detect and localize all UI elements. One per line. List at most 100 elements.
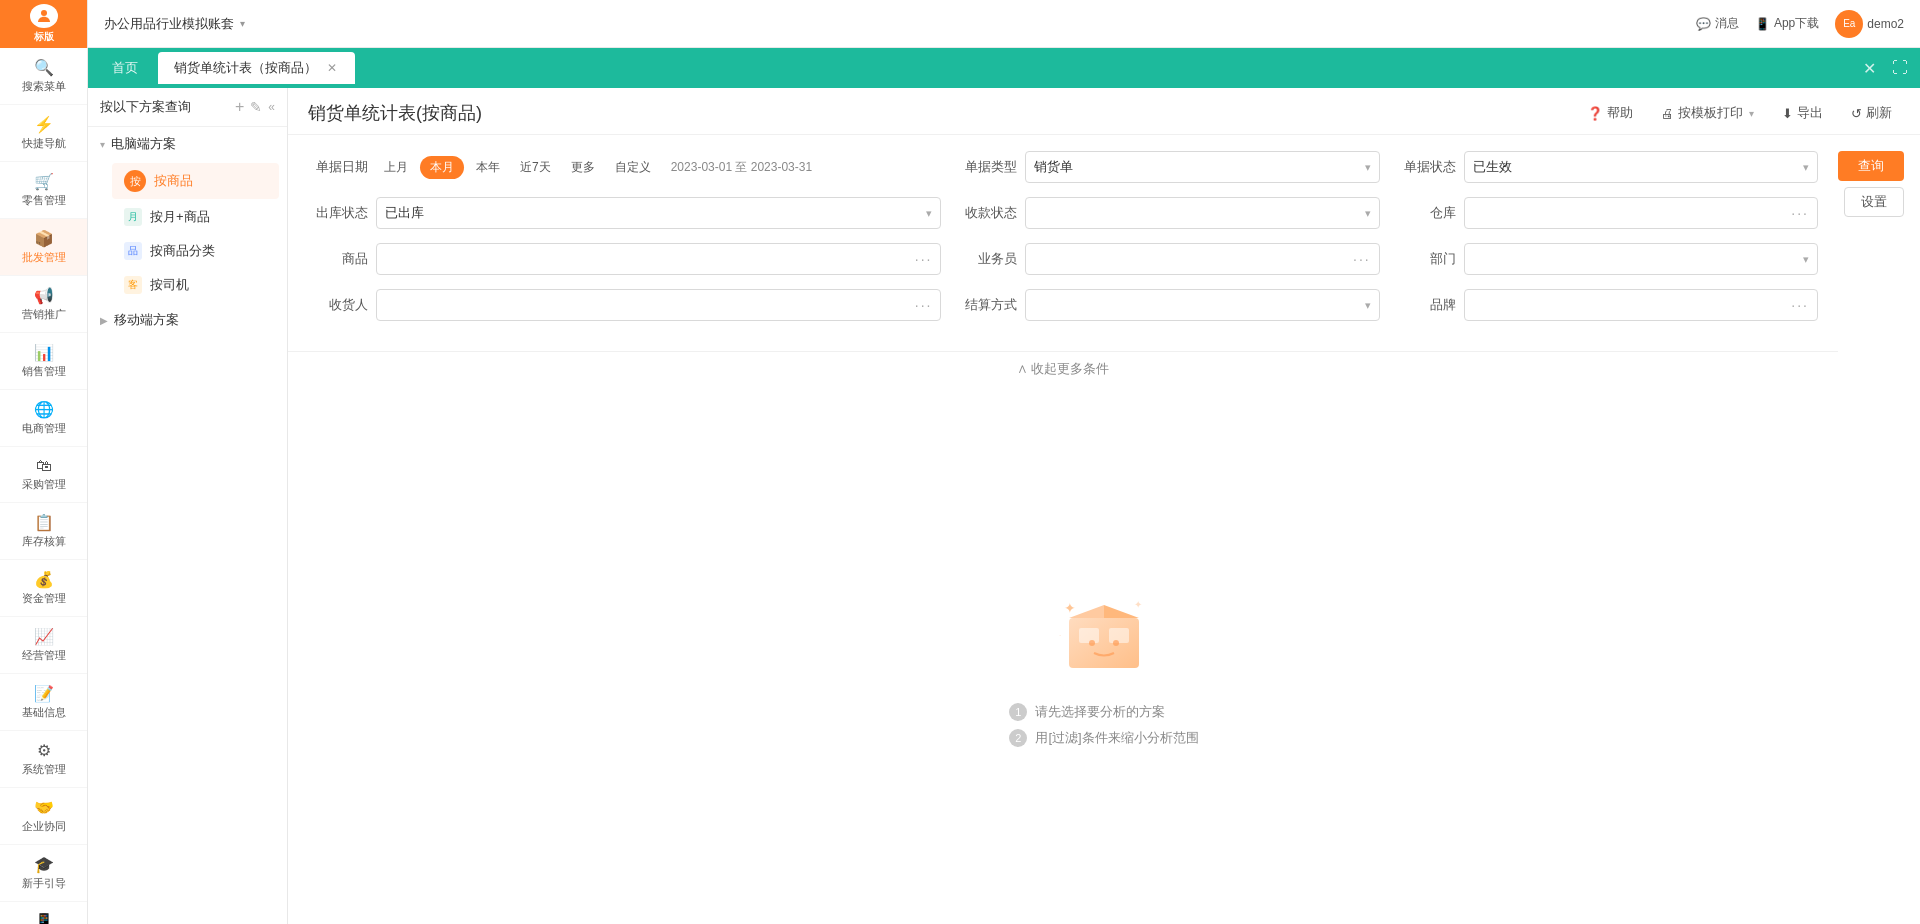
svg-point-6 [1089, 640, 1095, 646]
receipt-status-chevron: ▾ [1365, 207, 1371, 220]
filter-field-payment: 结算方式 ▾ [957, 289, 1379, 321]
app-selector[interactable]: 办公用品行业模拟账套 ▾ [104, 15, 245, 33]
scheme-item-by-month-product[interactable]: 月 按月+商品 [112, 201, 279, 233]
tab-minimize-btn[interactable]: ✕ [1859, 55, 1880, 82]
date-tab-more[interactable]: 更多 [563, 156, 603, 179]
svg-point-0 [41, 10, 47, 16]
app-download-label: App下载 [1774, 15, 1819, 32]
sidebar-item-inventory[interactable]: 📋 库存核算 [0, 503, 87, 560]
doc-type-input[interactable]: 销货单 ▾ [1025, 151, 1379, 183]
sidebar-label-sales: 销售管理 [22, 364, 66, 379]
scheme-item-by-customer[interactable]: 客 按司机 [112, 269, 279, 301]
svg-text:✦: ✦ [1134, 599, 1142, 610]
sidebar-label-enterprise: 企业协同 [22, 819, 66, 834]
query-button[interactable]: 查询 [1838, 151, 1904, 181]
refresh-btn[interactable]: ↺ 刷新 [1843, 100, 1900, 126]
empty-state: ✦ ✦ · 1 请先选择要分析的方案 2 用[过滤]条件来缩小分析范围 [288, 386, 1920, 924]
date-tabs: 上月 本月 本年 近7天 更多 自定义 [376, 156, 659, 179]
receiver-input[interactable]: ··· [376, 289, 941, 321]
filter-field-dept: 部门 ▾ [1396, 243, 1818, 275]
svg-text:·: · [1059, 631, 1061, 640]
sidebar-item-system[interactable]: ⚙ 系统管理 [0, 731, 87, 788]
sidebar-item-basic-info[interactable]: 📝 基础信息 [0, 674, 87, 731]
sidebar-item-ecommerce[interactable]: 🌐 电商管理 [0, 390, 87, 447]
export-icon: ⬇ [1782, 106, 1793, 121]
sidebar-item-retail[interactable]: 🛒 零售管理 [0, 162, 87, 219]
product-input[interactable]: ··· [376, 243, 941, 275]
sidebar-item-search[interactable]: 🔍 搜索菜单 [0, 48, 87, 105]
sidebar-label-basic-info: 基础信息 [22, 705, 66, 720]
brand-input[interactable]: ··· [1464, 289, 1818, 321]
scheme-item-by-product[interactable]: 按 按商品 [112, 163, 279, 199]
scheme-item-by-category[interactable]: 品 按商品分类 [112, 235, 279, 267]
sidebar-item-quick-nav[interactable]: ⚡ 快捷导航 [0, 105, 87, 162]
tab-bar-actions: ✕ ⛶ [1859, 55, 1912, 82]
tab-home[interactable]: 首页 [96, 52, 154, 84]
dept-input[interactable]: ▾ [1464, 243, 1818, 275]
receipt-status-input[interactable]: ▾ [1025, 197, 1379, 229]
help-btn[interactable]: ❓ 帮助 [1579, 100, 1641, 126]
header-actions: 💬 消息 📱 App下载 Ea demo2 [1696, 10, 1904, 38]
export-btn[interactable]: ⬇ 导出 [1774, 100, 1831, 126]
sidebar-label-retail: 零售管理 [22, 193, 66, 208]
app-download-btn[interactable]: 📱 App下载 [1755, 15, 1819, 32]
ecommerce-icon: 🌐 [34, 400, 54, 419]
filter-field-out-status: 出库状态 已出库 ▾ [308, 197, 941, 229]
doc-type-label: 单据类型 [957, 158, 1017, 176]
tab-sales-stat[interactable]: 销货单统计表（按商品） ✕ [158, 52, 355, 84]
sidebar-item-wholesale[interactable]: 📦 批发管理 [0, 219, 87, 276]
brand-dots: ··· [1791, 297, 1809, 313]
out-status-input[interactable]: 已出库 ▾ [376, 197, 941, 229]
sidebar-item-operations[interactable]: 📈 经营管理 [0, 617, 87, 674]
scheme-collapse-btn[interactable]: « [268, 100, 275, 114]
date-tab-7days[interactable]: 近7天 [512, 156, 559, 179]
date-tab-this-year[interactable]: 本年 [468, 156, 508, 179]
sidebar-item-purchase[interactable]: 🛍 采购管理 [0, 447, 87, 503]
app-selector-label: 办公用品行业模拟账套 [104, 15, 234, 33]
date-tab-this-month[interactable]: 本月 [420, 156, 464, 179]
sidebar-label-marketing: 营销推广 [22, 307, 66, 322]
doc-status-input[interactable]: 已生效 ▾ [1464, 151, 1818, 183]
scheme-panel-title: 按以下方案查询 [100, 98, 191, 116]
payment-input[interactable]: ▾ [1025, 289, 1379, 321]
filter-area: 销货单统计表(按商品) ❓ 帮助 🖨 按模板打印 ▾ ⬇ 导出 [288, 88, 1920, 924]
avatar: Ea [1835, 10, 1863, 38]
tab-close-btn[interactable]: ✕ [325, 59, 339, 77]
tab-home-label: 首页 [112, 59, 138, 77]
salesperson-dots: ··· [1353, 251, 1371, 267]
sidebar-label-wholesale: 批发管理 [22, 250, 66, 265]
page-title-bar: 销货单统计表(按商品) ❓ 帮助 🖨 按模板打印 ▾ ⬇ 导出 [288, 88, 1920, 135]
date-label: 单据日期 [308, 158, 368, 176]
scheme-category-mobile[interactable]: ▶ 移动端方案 [88, 303, 287, 337]
search-icon: 🔍 [34, 58, 54, 77]
sidebar-item-app-center[interactable]: 📱 应用中心 [0, 902, 87, 924]
tab-maximize-btn[interactable]: ⛶ [1888, 55, 1912, 81]
out-status-label: 出库状态 [308, 204, 368, 222]
system-icon: ⚙ [37, 741, 51, 760]
scheme-edit-btn[interactable]: ✎ [250, 99, 262, 115]
app-logo: 标版 [0, 0, 87, 48]
sidebar-item-newbie[interactable]: 🎓 新手引导 [0, 845, 87, 902]
out-status-chevron: ▾ [926, 207, 932, 220]
sidebar-item-marketing[interactable]: 📢 营销推广 [0, 276, 87, 333]
date-tab-last-month[interactable]: 上月 [376, 156, 416, 179]
collapse-more-btn[interactable]: ∧ 收起更多条件 [288, 351, 1838, 386]
sidebar-item-enterprise[interactable]: 🤝 企业协同 [0, 788, 87, 845]
user-profile[interactable]: Ea demo2 [1835, 10, 1904, 38]
sidebar-item-sales[interactable]: 📊 销售管理 [0, 333, 87, 390]
salesperson-input[interactable]: ··· [1025, 243, 1379, 275]
scheme-category-pc[interactable]: ▾ 电脑端方案 [88, 127, 287, 161]
settings-button[interactable]: 设置 [1844, 187, 1904, 217]
sidebar-item-finance[interactable]: 💰 资金管理 [0, 560, 87, 617]
scheme-add-btn[interactable]: + [235, 98, 244, 116]
warehouse-input[interactable]: ··· [1464, 197, 1818, 229]
print-icon: 🖨 [1661, 106, 1674, 121]
app-name: 标版 [34, 30, 54, 44]
message-btn[interactable]: 💬 消息 [1696, 15, 1739, 32]
tab-sales-stat-label: 销货单统计表（按商品） [174, 59, 317, 77]
template-print-btn[interactable]: 🖨 按模板打印 ▾ [1653, 100, 1762, 126]
scheme-panel-header: 按以下方案查询 + ✎ « [88, 88, 287, 127]
receiver-label: 收货人 [308, 296, 368, 314]
filter-field-brand: 品牌 ··· [1396, 289, 1818, 321]
date-tab-custom[interactable]: 自定义 [607, 156, 659, 179]
